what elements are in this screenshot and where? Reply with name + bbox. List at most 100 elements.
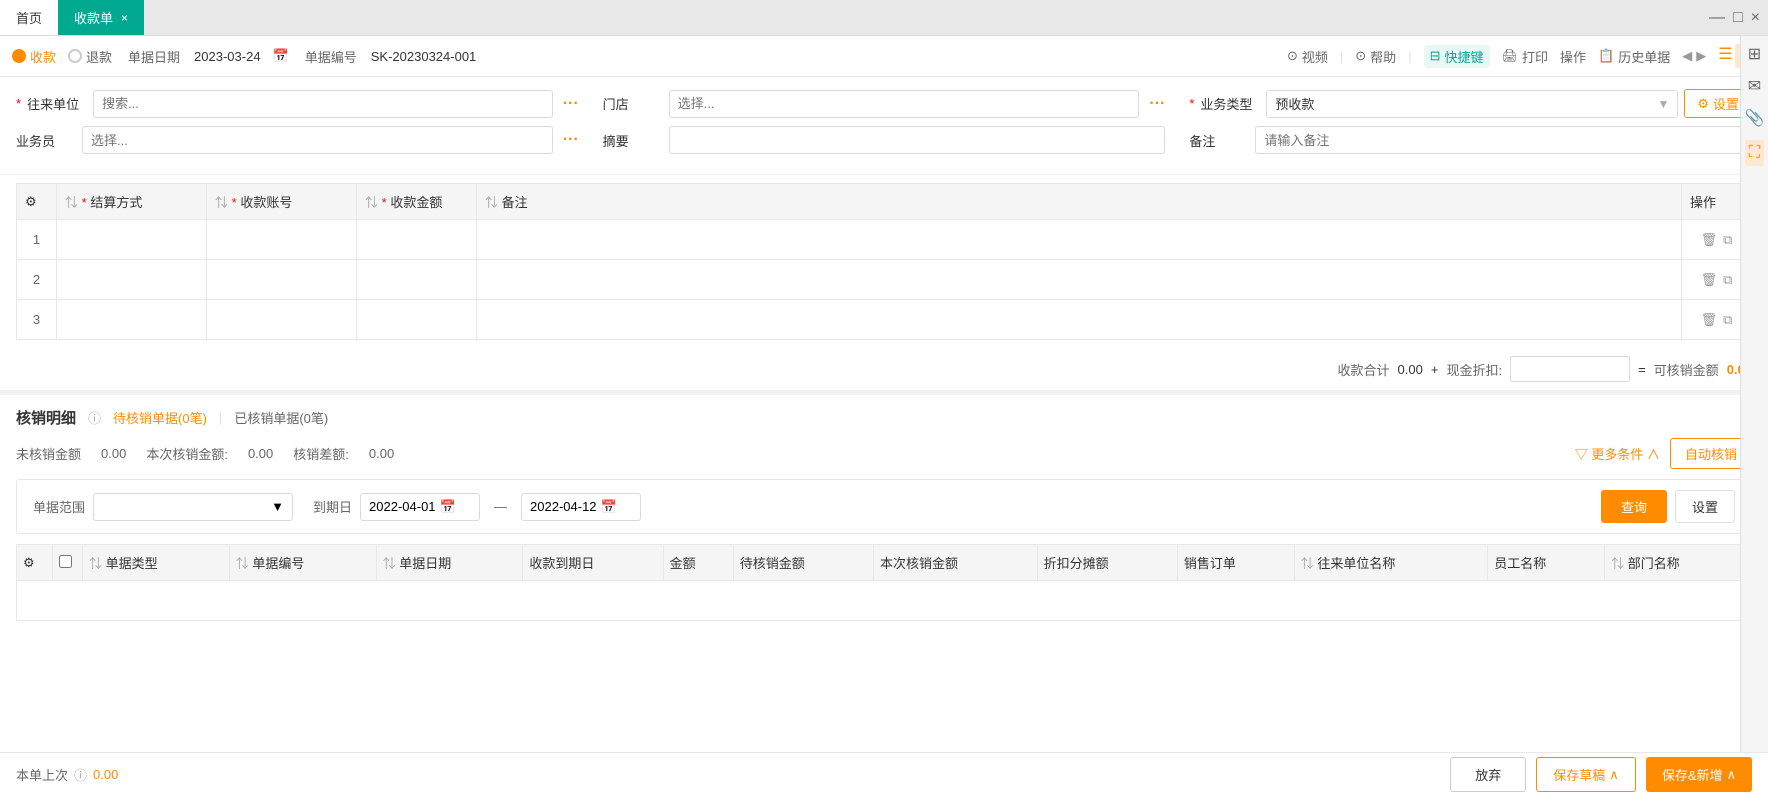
bottom-checkbox-header[interactable] bbox=[53, 545, 83, 581]
range-select[interactable]: ▼ bbox=[93, 493, 293, 521]
help-btn[interactable]: ⊙ 帮助 bbox=[1355, 47, 1396, 66]
done-hx-tab[interactable]: 已核销单据(0笔) bbox=[234, 408, 328, 427]
more-conditions-btn[interactable]: ▽ 更多条件 ∧ bbox=[1575, 444, 1660, 463]
window-minimize-btn[interactable]: — bbox=[1709, 9, 1725, 27]
salesperson-more-btn[interactable]: ··· bbox=[563, 131, 579, 149]
col-settlement-header: ⇅ * 结算方式 bbox=[57, 184, 207, 220]
salesperson-field: 业务员 ··· bbox=[16, 126, 579, 154]
save-draft-button[interactable]: 保存草稿 ∧ bbox=[1536, 757, 1636, 792]
history-icon: 📋 bbox=[1598, 48, 1614, 64]
cash-discount-input[interactable] bbox=[1510, 356, 1630, 382]
row3-settlement[interactable] bbox=[57, 300, 207, 340]
row3-delete-icon[interactable]: 🗑 bbox=[1701, 312, 1718, 328]
hx-info-icon[interactable]: ⓘ bbox=[88, 408, 101, 427]
bill-number-value: SK-20230324-001 bbox=[371, 49, 477, 64]
row1-copy-icon[interactable]: ⧉ bbox=[1723, 232, 1732, 248]
tab-close-btn[interactable]: × bbox=[121, 11, 128, 25]
save-new-chevron[interactable]: ∧ bbox=[1726, 767, 1736, 783]
row1-account[interactable] bbox=[207, 220, 357, 260]
sort-icon: ⇅ bbox=[485, 195, 498, 210]
radio-collection-label: 收款 bbox=[30, 47, 56, 66]
select-all-checkbox[interactable] bbox=[59, 555, 72, 568]
shortcut-btn[interactable]: ⊟ 快捷键 bbox=[1424, 45, 1490, 68]
summary-input[interactable] bbox=[669, 126, 1166, 154]
business-type-select[interactable]: 预收款 ▼ bbox=[1266, 90, 1678, 118]
counterparty-input[interactable] bbox=[93, 90, 553, 118]
store-input[interactable] bbox=[669, 90, 1140, 118]
shortcut-icon: ⊟ bbox=[1430, 48, 1441, 64]
hx-stats-right: ▽ 更多条件 ∧ 自动核销 bbox=[1575, 438, 1752, 469]
sidebar-table-icon[interactable]: ⊞ bbox=[1748, 44, 1761, 64]
radio-refund[interactable]: 退款 bbox=[68, 47, 112, 66]
row2-action-icons: 🗑 ⧉ bbox=[1690, 272, 1743, 288]
operation-label: 操作 bbox=[1560, 47, 1586, 66]
col-account-label: 收款账号 bbox=[240, 195, 292, 210]
done-hx-label: 已核销单据(0笔) bbox=[234, 408, 328, 427]
filter-settings-button[interactable]: 设置 bbox=[1675, 490, 1735, 523]
tab-collection[interactable]: 收款单 × bbox=[58, 0, 144, 35]
window-maximize-btn[interactable]: □ bbox=[1733, 9, 1743, 27]
nav-right-icon[interactable]: ▶ bbox=[1696, 48, 1706, 64]
abandon-label: 放弃 bbox=[1475, 768, 1501, 783]
row3-copy-icon[interactable]: ⧉ bbox=[1723, 312, 1732, 328]
sort-icon: ⇅ bbox=[65, 195, 78, 210]
tab-collection-label: 收款单 bbox=[74, 8, 113, 27]
tab-bar: 首页 收款单 × — □ × bbox=[0, 0, 1768, 36]
summary-field: 摘要 bbox=[603, 126, 1166, 154]
bottom-gear-header[interactable]: ⚙ bbox=[17, 545, 53, 581]
print-btn[interactable]: 🖨 打印 bbox=[1502, 47, 1549, 66]
business-type-value: 预收款 bbox=[1275, 94, 1314, 113]
calendar-icon[interactable]: 📅 bbox=[273, 48, 289, 64]
row2-amount[interactable] bbox=[357, 260, 477, 300]
row3-amount[interactable] bbox=[357, 300, 477, 340]
layout-list-icon[interactable]: ☰ bbox=[1718, 44, 1732, 68]
nav-left-icon[interactable]: ◀ bbox=[1682, 48, 1692, 64]
gear-icon: ⚙ bbox=[25, 194, 37, 209]
table-gear-header[interactable]: ⚙ bbox=[17, 184, 57, 220]
col-discount: 折扣分摊额 bbox=[1037, 545, 1177, 581]
row1-remark[interactable] bbox=[477, 220, 1682, 260]
col-bill-type: ⇅ 单据类型 bbox=[83, 545, 230, 581]
date-from-picker[interactable]: 2022-04-01 📅 bbox=[360, 493, 480, 521]
radio-collection[interactable]: 收款 bbox=[12, 47, 56, 66]
pending-hx-tab[interactable]: 待核销单据(0笔) bbox=[113, 408, 207, 427]
sort-bill-num: ⇅ bbox=[236, 556, 249, 571]
row1-amount[interactable] bbox=[357, 220, 477, 260]
col-current-hx: 本次核销金额 bbox=[873, 545, 1037, 581]
row3-account[interactable] bbox=[207, 300, 357, 340]
remark-input[interactable] bbox=[1255, 126, 1752, 154]
operation-btn[interactable]: 操作 bbox=[1560, 47, 1586, 66]
form-row-1: * 往来单位 ··· 门店 ··· * 业务类型 预收款 ▼ ⚙ bbox=[16, 89, 1752, 118]
date-to-picker[interactable]: 2022-04-12 📅 bbox=[521, 493, 641, 521]
row2-account[interactable] bbox=[207, 260, 357, 300]
sidebar-clip-icon[interactable]: 📎 bbox=[1745, 108, 1765, 128]
tab-home[interactable]: 首页 bbox=[0, 0, 58, 35]
row2-delete-icon[interactable]: 🗑 bbox=[1701, 272, 1718, 288]
row1-delete-icon[interactable]: 🗑 bbox=[1701, 232, 1718, 248]
table-row: 2 🗑 ⧉ bbox=[17, 260, 1752, 300]
sort-dept: ⇅ bbox=[1611, 556, 1624, 571]
save-draft-chevron[interactable]: ∧ bbox=[1609, 767, 1619, 783]
sidebar-expand-icon[interactable]: ⛶ bbox=[1745, 140, 1764, 166]
row2-remark[interactable] bbox=[477, 260, 1682, 300]
store-more-btn[interactable]: ··· bbox=[1149, 95, 1165, 113]
info-icon: ⓘ bbox=[74, 765, 87, 784]
right-sidebar: ⊞ ✉ 📎 ⛶ bbox=[1740, 36, 1768, 796]
abandon-button[interactable]: 放弃 bbox=[1450, 757, 1526, 792]
save-new-button[interactable]: 保存&新增 ∧ bbox=[1646, 757, 1752, 792]
sidebar-email-icon[interactable]: ✉ bbox=[1748, 76, 1761, 96]
salesperson-input[interactable] bbox=[82, 126, 553, 154]
query-button[interactable]: 查询 bbox=[1601, 490, 1667, 523]
row3-remark[interactable] bbox=[477, 300, 1682, 340]
current-hx-label: 本次核销金额: bbox=[146, 444, 228, 463]
range-chevron-icon: ▼ bbox=[271, 499, 284, 514]
more-conditions-label: 更多条件 bbox=[1591, 447, 1643, 462]
history-btn[interactable]: 📋 历史单据 bbox=[1598, 47, 1670, 66]
row2-settlement[interactable] bbox=[57, 260, 207, 300]
row2-copy-icon[interactable]: ⧉ bbox=[1723, 272, 1732, 288]
bottom-table-empty-row bbox=[17, 581, 1752, 621]
counterparty-more-btn[interactable]: ··· bbox=[563, 95, 579, 113]
window-close-btn[interactable]: × bbox=[1751, 9, 1760, 27]
row1-settlement[interactable] bbox=[57, 220, 207, 260]
video-btn[interactable]: ⊙ 视频 bbox=[1287, 47, 1328, 66]
